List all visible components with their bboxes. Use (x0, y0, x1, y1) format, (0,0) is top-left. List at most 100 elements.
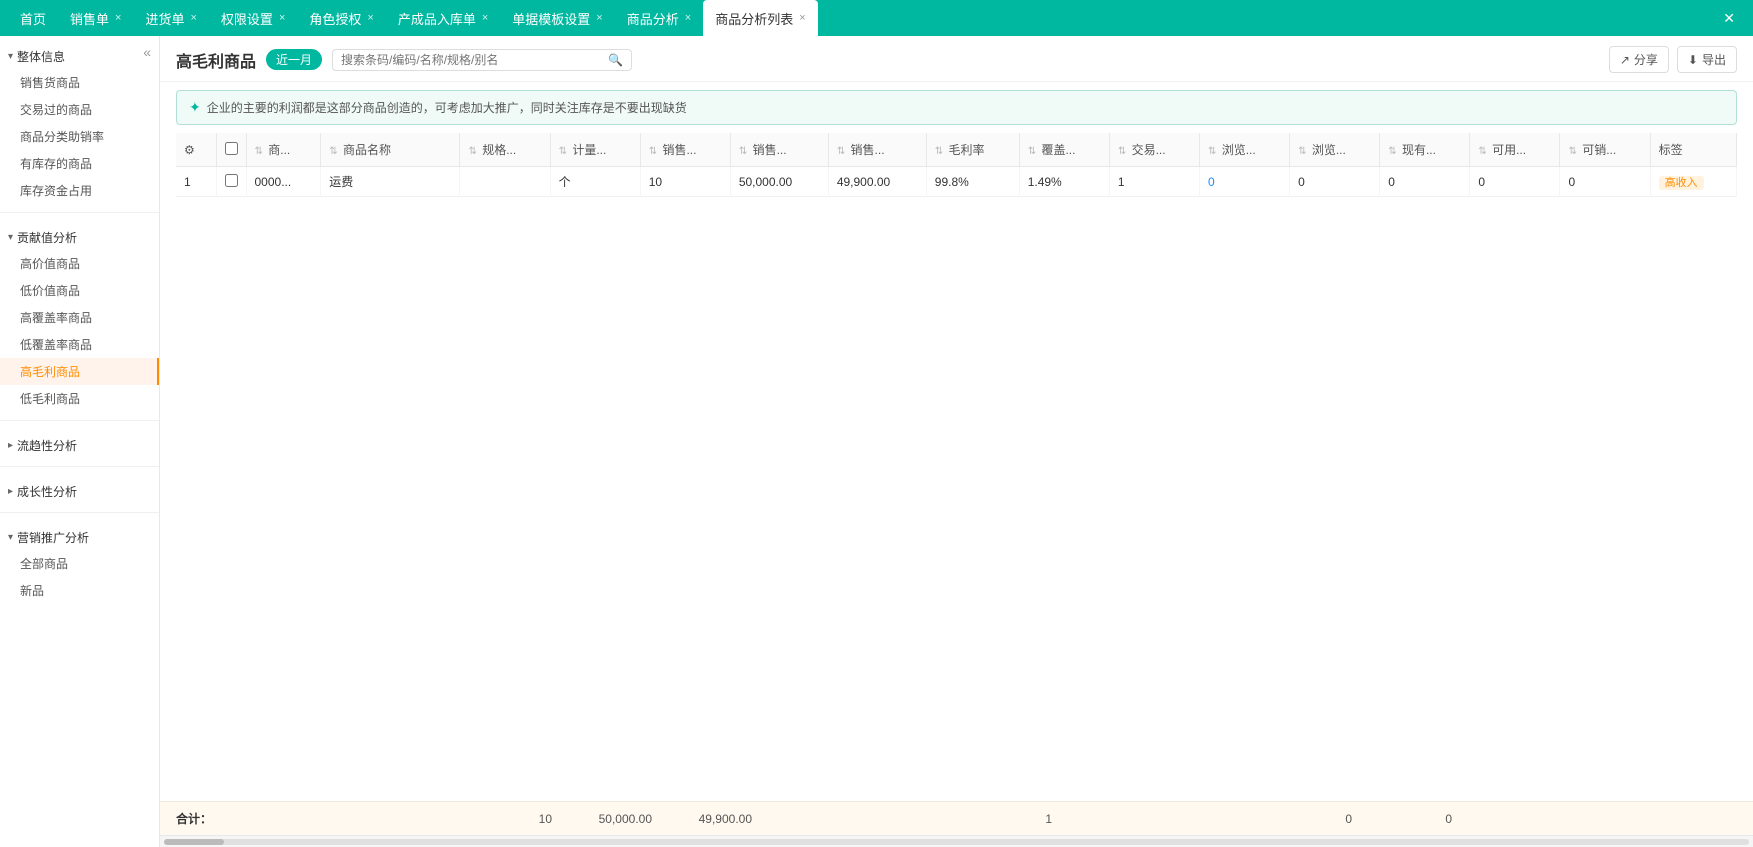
nav-analysis-list[interactable]: 商品分析列表 × (703, 0, 817, 36)
th-spec[interactable]: ⇅ 规格... (460, 133, 550, 167)
cell-index: 1 (176, 167, 216, 197)
th-settings[interactable]: ⚙ (176, 133, 216, 167)
th-trade[interactable]: ⇅ 交易... (1109, 133, 1199, 167)
nav-template[interactable]: 单据模板设置 × (500, 0, 614, 36)
sidebar-section-marketing-header[interactable]: ▾ 营销推广分析 (0, 525, 159, 550)
sidebar-section-overall: ▾ 整体信息 销售货商品 交易过的商品 商品分类助销率 有库存的商品 库存资金占… (0, 36, 159, 208)
sidebar-item-stock-capital[interactable]: 库存资金占用 (0, 177, 159, 204)
date-filter-button[interactable]: 近一月 (266, 49, 322, 70)
export-button[interactable]: ⬇ 导出 (1677, 46, 1737, 73)
header-actions: ↗ 分享 ⬇ 导出 (1609, 46, 1737, 73)
nav-product-storage-close[interactable]: × (482, 12, 488, 24)
cell-sales-qty: 10 (640, 167, 730, 197)
sidebar-section-overall-header[interactable]: ▾ 整体信息 (0, 44, 159, 69)
sort-icon-stock-current: ⇅ (1388, 146, 1396, 157)
share-icon: ↗ (1620, 53, 1630, 67)
sort-icon-coverage: ⇅ (1028, 146, 1036, 157)
sidebar-item-category-rate[interactable]: 商品分类助销率 (0, 123, 159, 150)
cell-unit: 个 (550, 167, 640, 197)
sort-icon-stock-available: ⇅ (1478, 146, 1486, 157)
nav-role-close[interactable]: × (367, 12, 373, 24)
scrollbar-track[interactable] (164, 839, 1749, 845)
th-checkbox[interactable] (216, 133, 246, 167)
sort-icon-view2: ⇅ (1298, 146, 1306, 157)
select-all-checkbox[interactable] (225, 142, 238, 155)
window-close-button[interactable]: ✕ (1713, 10, 1745, 27)
info-icon: ✦ (189, 99, 201, 116)
th-view2[interactable]: ⇅ 浏览... (1290, 133, 1380, 167)
th-stock-saleable[interactable]: ⇅ 可销... (1560, 133, 1650, 167)
horizontal-scrollbar[interactable] (160, 835, 1753, 847)
th-unit[interactable]: ⇅ 计量... (550, 133, 640, 167)
row-checkbox[interactable] (225, 174, 238, 187)
data-table: ⚙ ⇅ 商... ⇅ 商品名称 (176, 133, 1737, 197)
th-margin-rate[interactable]: ⇅ 毛利率 (926, 133, 1019, 167)
th-stock-current[interactable]: ⇅ 现有... (1380, 133, 1470, 167)
nav-purchase-close[interactable]: × (190, 12, 196, 24)
sidebar-section-flow-header[interactable]: ▸ 流趋性分析 (0, 433, 159, 458)
nav-role[interactable]: 角色授权 × (297, 0, 385, 36)
sidebar-collapse-button[interactable]: « (143, 44, 151, 60)
cell-stock-available: 0 (1470, 167, 1560, 197)
search-input[interactable] (341, 53, 608, 67)
nav-template-close[interactable]: × (596, 12, 602, 24)
cell-stock-current: 0 (1380, 167, 1470, 197)
nav-analysis[interactable]: 商品分析 × (615, 0, 703, 36)
th-name[interactable]: ⇅ 商品名称 (321, 133, 460, 167)
cell-tag: 高收入 (1650, 167, 1736, 197)
chevron-down-icon-2: ▾ (8, 232, 13, 243)
sidebar-item-high-value[interactable]: 高价值商品 (0, 250, 159, 277)
nav-sales[interactable]: 销售单 × (58, 0, 133, 36)
sidebar-item-in-stock-goods[interactable]: 有库存的商品 (0, 150, 159, 177)
sidebar-item-high-margin[interactable]: 高毛利商品 (0, 358, 159, 385)
cell-code: 0000... (246, 167, 321, 197)
sidebar-section-marketing: ▾ 营销推广分析 全部商品 新品 (0, 517, 159, 608)
top-nav: 首页 销售单 × 进货单 × 权限设置 × 角色授权 × 产成品入库单 × 单据… (0, 0, 1753, 36)
nav-home[interactable]: 首页 (8, 0, 58, 36)
th-tag[interactable]: 标签 (1650, 133, 1736, 167)
th-sales-profit[interactable]: ⇅ 销售... (828, 133, 926, 167)
sort-icon-spec: ⇅ (468, 146, 476, 157)
sort-icon-name: ⇅ (329, 146, 337, 157)
nav-analysis-close[interactable]: × (685, 12, 691, 24)
main-layout: « ▾ 整体信息 销售货商品 交易过的商品 商品分类助销率 有库存的商品 库存资… (0, 36, 1753, 847)
sort-icon-trade: ⇅ (1118, 146, 1126, 157)
sidebar-item-new-goods[interactable]: 新品 (0, 577, 159, 604)
nav-purchase[interactable]: 进货单 × (133, 0, 208, 36)
footer-stock-current: 0 (1272, 812, 1352, 826)
nav-permission[interactable]: 权限设置 × (209, 0, 297, 36)
sidebar-item-low-value[interactable]: 低价值商品 (0, 277, 159, 304)
th-coverage[interactable]: ⇅ 覆盖... (1019, 133, 1109, 167)
sidebar-item-high-coverage[interactable]: 高覆盖率商品 (0, 304, 159, 331)
scrollbar-thumb[interactable] (164, 839, 224, 845)
settings-icon[interactable]: ⚙ (184, 143, 195, 157)
sidebar-section-contribution-header[interactable]: ▾ 贡献值分析 (0, 225, 159, 250)
sort-icon-stock-saleable: ⇅ (1568, 146, 1576, 157)
sidebar-item-traded-goods[interactable]: 交易过的商品 (0, 96, 159, 123)
sidebar-item-all-goods[interactable]: 全部商品 (0, 550, 159, 577)
search-icon[interactable]: 🔍 (608, 53, 623, 67)
cell-view1[interactable]: 0 (1199, 167, 1289, 197)
th-stock-available[interactable]: ⇅ 可用... (1470, 133, 1560, 167)
nav-product-storage[interactable]: 产成品入库单 × (386, 0, 500, 36)
sidebar-item-low-margin[interactable]: 低毛利商品 (0, 385, 159, 412)
sidebar-item-low-coverage[interactable]: 低覆盖率商品 (0, 331, 159, 358)
footer-sales-qty: 10 (472, 812, 552, 826)
footer-stock-available: 0 (1372, 812, 1452, 826)
cell-checkbox[interactable] (216, 167, 246, 197)
footer-label: 合计： (176, 810, 212, 827)
sidebar-section-flow: ▸ 流趋性分析 (0, 425, 159, 462)
th-sales-qty[interactable]: ⇅ 销售... (640, 133, 730, 167)
th-view1[interactable]: ⇅ 浏览... (1199, 133, 1289, 167)
sidebar-section-growth-header[interactable]: ▸ 成长性分析 (0, 479, 159, 504)
th-sales-amount[interactable]: ⇅ 销售... (730, 133, 828, 167)
sidebar-item-sales-goods[interactable]: 销售货商品 (0, 69, 159, 96)
search-box[interactable]: 🔍 (332, 49, 632, 71)
page-title: 高毛利商品 (176, 48, 256, 72)
nav-permission-close[interactable]: × (279, 12, 285, 24)
nav-analysis-list-close[interactable]: × (799, 12, 805, 24)
share-button[interactable]: ↗ 分享 (1609, 46, 1669, 73)
th-code[interactable]: ⇅ 商... (246, 133, 321, 167)
nav-sales-close[interactable]: × (115, 12, 121, 24)
tag-label: 高收入 (1659, 176, 1704, 190)
